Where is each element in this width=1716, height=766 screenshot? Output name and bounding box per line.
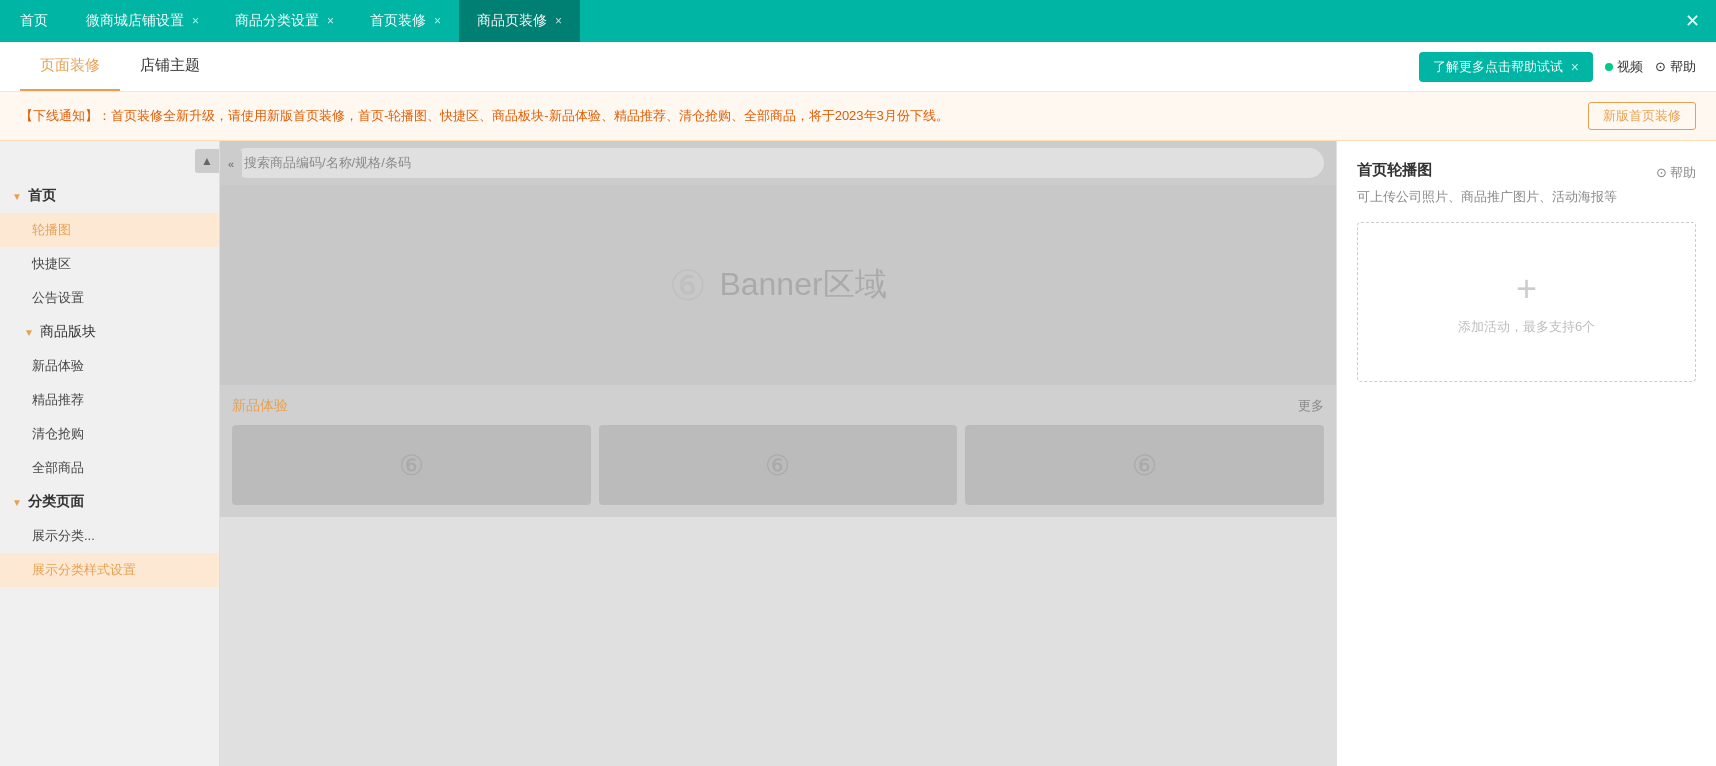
tab-store-theme-label: 店铺主题: [140, 56, 200, 75]
nav-tab-product-decoration-close[interactable]: ×: [555, 14, 562, 28]
new-decoration-button[interactable]: 新版首页装修: [1588, 102, 1696, 130]
help-promo-close-icon[interactable]: ×: [1571, 59, 1579, 75]
sidebar-item-featured[interactable]: 精品推荐: [0, 383, 219, 417]
right-panel-help-button[interactable]: ⊙ 帮助: [1656, 164, 1696, 182]
sidebar-item-shortcut-label: 快捷区: [32, 256, 71, 271]
video-label: 视频: [1617, 58, 1643, 76]
tab-page-decoration[interactable]: 页面装修: [20, 42, 120, 91]
products-section-header: 新品体验 更多: [232, 397, 1324, 415]
sidebar: ▲ ▼ 首页 轮播图 快捷区 公告设置 ▼ 商品版块 新品体验: [0, 141, 220, 766]
sidebar-item-notice[interactable]: 公告设置: [0, 281, 219, 315]
sidebar-item-clearance-label: 清仓抢购: [32, 426, 84, 441]
sidebar-item-new-experience-label: 新品体验: [32, 358, 84, 373]
sidebar-subsection-product-label: 商品版块: [40, 323, 96, 341]
nav-close-all-icon: ✕: [1685, 10, 1700, 32]
right-panel-title: 首页轮播图: [1357, 161, 1432, 180]
product-card-2[interactable]: ⑥: [599, 425, 958, 505]
new-decoration-button-label: 新版首页装修: [1603, 108, 1681, 123]
sidebar-section-category-label: 分类页面: [28, 493, 84, 511]
banner-area-label: Banner区域: [719, 263, 886, 307]
nav-tab-category-settings[interactable]: 商品分类设置 ×: [217, 0, 352, 42]
preview-collapse-icon: «: [228, 158, 234, 170]
product-card-1[interactable]: ⑥: [232, 425, 591, 505]
sidebar-item-category-style-label: 展示分类样式设置: [32, 562, 136, 577]
nav-tab-store-settings-label: 微商城店铺设置: [86, 12, 184, 30]
nav-tab-category-settings-close[interactable]: ×: [327, 14, 334, 28]
right-panel-help-icon: ⊙: [1656, 165, 1667, 180]
nav-tab-home-decoration-label: 首页装修: [370, 12, 426, 30]
section-category-arrow-icon: ▼: [12, 497, 22, 508]
sidebar-item-all-products[interactable]: 全部商品: [0, 451, 219, 485]
preview-products-section: 新品体验 更多 ⑥ ⑥ ⑥: [220, 385, 1336, 517]
products-section-more: 更多: [1298, 397, 1324, 415]
sidebar-item-all-products-label: 全部商品: [32, 460, 84, 475]
search-placeholder: 搜索商品编码/名称/规格/条码: [244, 154, 411, 172]
sidebar-item-new-experience[interactable]: 新品体验: [0, 349, 219, 383]
right-panel-help-label: 帮助: [1670, 164, 1696, 182]
top-nav: 首页 微商城店铺设置 × 商品分类设置 × 首页装修 × 商品页装修 × ✕: [0, 0, 1716, 42]
right-panel-subtitle-text: 可上传公司照片、商品推广图片、活动海报等: [1357, 188, 1617, 206]
banner-logo-icon: ⑥: [669, 261, 707, 310]
section-home-arrow-icon: ▼: [12, 191, 22, 202]
nav-tab-product-decoration-label: 商品页装修: [477, 12, 547, 30]
nav-tab-store-settings[interactable]: 微商城店铺设置 ×: [68, 0, 217, 42]
sidebar-item-category-style[interactable]: 展示分类样式设置: [0, 553, 219, 587]
center-preview: « 搜索商品编码/名称/规格/条码 ⑥ Banner区域: [220, 141, 1336, 766]
sub-tabs-row: 页面装修 店铺主题 了解更多点击帮助试试 × 视频 ⊙ 帮助: [0, 42, 1716, 92]
sidebar-item-notice-label: 公告设置: [32, 290, 84, 305]
preview-search-bar: 搜索商品编码/名称/规格/条码: [220, 141, 1336, 185]
tab-store-theme[interactable]: 店铺主题: [120, 42, 220, 91]
products-section-title: 新品体验: [232, 397, 288, 415]
help-label: 帮助: [1670, 58, 1696, 76]
add-banner-label: 添加活动，最多支持6个: [1458, 318, 1595, 336]
add-banner-box[interactable]: + 添加活动，最多支持6个: [1357, 222, 1696, 382]
nav-tab-product-decoration[interactable]: 商品页装修 ×: [459, 0, 580, 42]
nav-tab-store-settings-close[interactable]: ×: [192, 14, 199, 28]
preview-search-input[interactable]: 搜索商品编码/名称/规格/条码: [232, 148, 1324, 178]
product-card-1-icon: ⑥: [399, 449, 424, 482]
sub-tab-help-area: 了解更多点击帮助试试 × 视频 ⊙ 帮助: [1419, 52, 1696, 82]
help-question-icon: ⊙: [1655, 59, 1666, 74]
preview-banner-text-container: ⑥ Banner区域: [669, 261, 886, 310]
preview-inner: 搜索商品编码/名称/规格/条码 ⑥ Banner区域 新品体验 更多: [220, 141, 1336, 517]
sidebar-item-banner[interactable]: 轮播图: [0, 213, 219, 247]
product-card-2-icon: ⑥: [765, 449, 790, 482]
preview-collapse-button[interactable]: «: [220, 149, 242, 179]
product-card-3[interactable]: ⑥: [965, 425, 1324, 505]
preview-banner-area[interactable]: ⑥ Banner区域: [220, 185, 1336, 385]
tab-page-decoration-label: 页面装修: [40, 56, 100, 75]
video-dot-icon: [1605, 63, 1613, 71]
video-link[interactable]: 视频: [1605, 58, 1643, 76]
sidebar-section-home[interactable]: ▼ 首页: [0, 179, 219, 213]
products-grid: ⑥ ⑥ ⑥: [232, 425, 1324, 505]
main-layout: ▲ ▼ 首页 轮播图 快捷区 公告设置 ▼ 商品版块 新品体验: [0, 141, 1716, 766]
sidebar-section-home-label: 首页: [28, 187, 56, 205]
sidebar-item-clearance[interactable]: 清仓抢购: [0, 417, 219, 451]
sidebar-item-banner-label: 轮播图: [32, 222, 71, 237]
help-promo-text: 了解更多点击帮助试试: [1433, 58, 1563, 76]
notice-bar: 【下线通知】：首页装修全新升级，请使用新版首页装修，首页-轮播图、快捷区、商品板…: [0, 92, 1716, 141]
subsection-product-arrow-icon: ▼: [24, 327, 34, 338]
nav-tab-category-settings-label: 商品分类设置: [235, 12, 319, 30]
right-panel-subtitle: 可上传公司照片、商品推广图片、活动海报等: [1357, 188, 1696, 206]
sidebar-subsection-product-block[interactable]: ▼ 商品版块: [0, 315, 219, 349]
sidebar-item-show-category[interactable]: 展示分类...: [0, 519, 219, 553]
collapse-up-icon: ▲: [201, 154, 213, 168]
sidebar-section-category[interactable]: ▼ 分类页面: [0, 485, 219, 519]
nav-close-all-button[interactable]: ✕: [1669, 0, 1716, 42]
help-promo-box[interactable]: 了解更多点击帮助试试 ×: [1419, 52, 1593, 82]
nav-tab-home[interactable]: 首页: [0, 0, 68, 42]
product-card-3-icon: ⑥: [1132, 449, 1157, 482]
nav-tab-home-decoration-close[interactable]: ×: [434, 14, 441, 28]
help-link[interactable]: ⊙ 帮助: [1655, 58, 1696, 76]
add-banner-plus-icon: +: [1516, 268, 1537, 310]
notice-text: 【下线通知】：首页装修全新升级，请使用新版首页装修，首页-轮播图、快捷区、商品板…: [20, 107, 949, 125]
sidebar-item-featured-label: 精品推荐: [32, 392, 84, 407]
right-panel: 首页轮播图 ⊙ 帮助 可上传公司照片、商品推广图片、活动海报等 + 添加活动，最…: [1336, 141, 1716, 766]
nav-tab-home-label: 首页: [20, 12, 48, 30]
sidebar-item-show-category-label: 展示分类...: [32, 528, 95, 543]
nav-tab-home-decoration[interactable]: 首页装修 ×: [352, 0, 459, 42]
sidebar-item-shortcut[interactable]: 快捷区: [0, 247, 219, 281]
sidebar-collapse-button[interactable]: ▲: [195, 149, 219, 173]
